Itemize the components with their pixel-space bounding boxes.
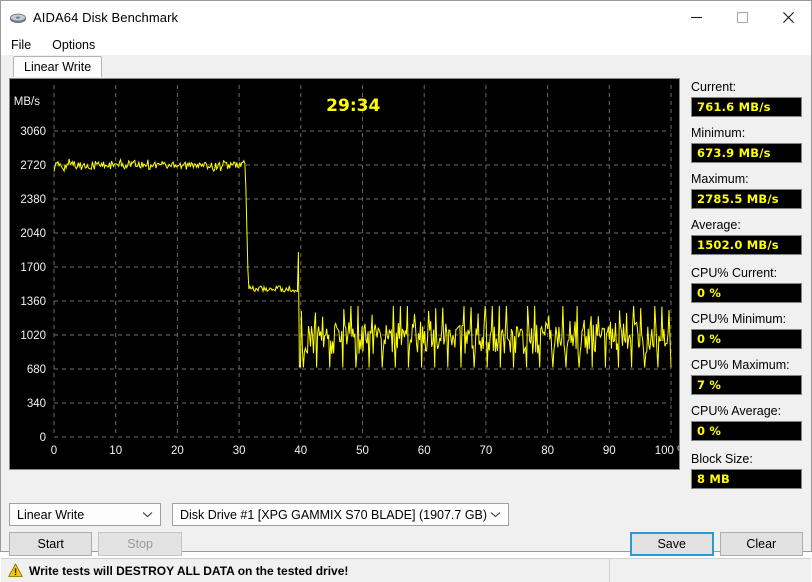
benchmark-mode-value: Linear Write (17, 507, 85, 522)
y-axis-tick-label: 3060 (20, 126, 46, 138)
x-axis-tick-label: 50 (356, 445, 369, 457)
warning-triangle-icon (8, 563, 23, 578)
menu-bar: File Options (1, 34, 811, 55)
clear-button[interactable]: Clear (719, 532, 803, 556)
stat-value-cpu-current: 0 % (691, 283, 802, 303)
stop-button: Stop (98, 532, 182, 556)
y-axis-tick-label: 1360 (20, 296, 46, 308)
stat-value-average: 1502.0 MB/s (691, 235, 802, 255)
maximize-button[interactable] (719, 1, 765, 34)
benchmark-mode-select[interactable]: Linear Write (9, 503, 161, 526)
stat-value-cpu-maximum: 7 % (691, 375, 802, 395)
y-axis-tick-label: 2720 (20, 160, 46, 172)
minimize-button[interactable] (673, 1, 719, 34)
elapsed-timer: 29:34 (326, 96, 380, 116)
y-axis-tick-label: 680 (27, 364, 46, 376)
stat-value-maximum: 2785.5 MB/s (691, 189, 802, 209)
stat-label-maximum: Maximum: (691, 172, 749, 186)
menu-item-file[interactable]: File (9, 36, 40, 54)
x-axis-tick-label: 10 (109, 445, 122, 457)
y-axis-tick-label: 2040 (20, 228, 46, 240)
start-button-label: Start (37, 537, 64, 551)
chart-canvas: MB/s306027202380204017001360102068034000… (14, 85, 679, 457)
menu-item-options[interactable]: Options (50, 36, 104, 54)
x-axis-tick-label: 100 % (655, 445, 679, 457)
x-axis-tick-label: 20 (171, 445, 184, 457)
status-bar: Write tests will DESTROY ALL DATA on the… (1, 558, 811, 582)
chevron-down-icon (142, 504, 153, 525)
stat-label-cpu-minimum: CPU% Minimum: (691, 312, 787, 326)
title-bar: AIDA64 Disk Benchmark (1, 1, 811, 34)
x-axis-tick-label: 70 (480, 445, 493, 457)
main-content: MB/s 3060 2720 2380 2040 1700 1360 1020 680 340 0 0… (1, 77, 811, 498)
tab-linear-write[interactable]: Linear Write (13, 56, 103, 77)
x-axis-tick-label: 30 (233, 445, 246, 457)
benchmark-chart: MB/s 3060 2720 2380 2040 1700 1360 1020 680 340 0 0… (9, 78, 680, 470)
status-warning-text: Write tests will DESTROY ALL DATA on the… (29, 563, 349, 578)
disk-icon (9, 9, 27, 27)
y-axis-tick-label: 0 (40, 432, 46, 444)
stop-button-label: Stop (127, 537, 153, 551)
status-bar-left: Write tests will DESTROY ALL DATA on the… (1, 559, 610, 582)
y-axis-tick-label: 340 (27, 398, 46, 410)
aida64-disk-benchmark-window: AIDA64 Disk Benchmark File Options Linea… (0, 0, 812, 582)
stat-value-current: 761.6 MB/s (691, 97, 802, 117)
tab-label: Linear Write (24, 60, 92, 74)
y-axis-tick-label: 2380 (20, 194, 46, 206)
stat-label-average: Average: (691, 218, 741, 232)
stat-label-cpu-maximum: CPU% Maximum: (691, 358, 790, 372)
stat-value-cpu-average: 0 % (691, 421, 802, 441)
stat-value-minimum: 673.9 MB/s (691, 143, 802, 163)
window-title: AIDA64 Disk Benchmark (33, 10, 179, 25)
controls-row: Linear Write Disk Drive #1 [XPG GAMMIX S… (1, 498, 811, 528)
y-axis-tick-label: 1020 (20, 330, 46, 342)
y-axis-tick-label: 1700 (20, 262, 46, 274)
status-bar-right (610, 559, 811, 582)
statistics-panel: Current: 761.6 MB/s Minimum: 673.9 MB/s … (680, 77, 803, 498)
x-axis-tick-label: 0 (51, 445, 57, 457)
close-button[interactable] (765, 1, 811, 34)
tab-strip: Linear Write (1, 55, 811, 77)
stat-label-cpu-average: CPU% Average: (691, 404, 782, 418)
save-button[interactable]: Save (629, 532, 714, 556)
stat-value-cpu-minimum: 0 % (691, 329, 802, 349)
drive-select-value: Disk Drive #1 [XPG GAMMIX S70 BLADE] (19… (180, 507, 488, 522)
x-axis-tick-label: 80 (541, 445, 554, 457)
stat-label-current: Current: (691, 80, 737, 94)
stat-label-cpu-current: CPU% Current: (691, 266, 778, 280)
drive-select[interactable]: Disk Drive #1 [XPG GAMMIX S70 BLADE] (19… (172, 503, 509, 526)
chevron-down-icon (490, 504, 501, 525)
y-axis-unit-label: MB/s (14, 96, 40, 108)
stat-value-block-size: 8 MB (691, 469, 802, 489)
x-axis-tick-label: 60 (418, 445, 431, 457)
buttons-row: Start Stop Save Clear (1, 528, 811, 558)
start-button[interactable]: Start (9, 532, 93, 556)
clear-button-label: Clear (746, 537, 777, 551)
caption-buttons (673, 1, 811, 34)
x-axis-tick-label: 90 (603, 445, 616, 457)
stat-label-block-size: Block Size: (691, 452, 753, 466)
stat-label-minimum: Minimum: (691, 126, 746, 140)
x-axis-tick-label: 40 (294, 445, 307, 457)
save-button-label: Save (657, 537, 686, 551)
